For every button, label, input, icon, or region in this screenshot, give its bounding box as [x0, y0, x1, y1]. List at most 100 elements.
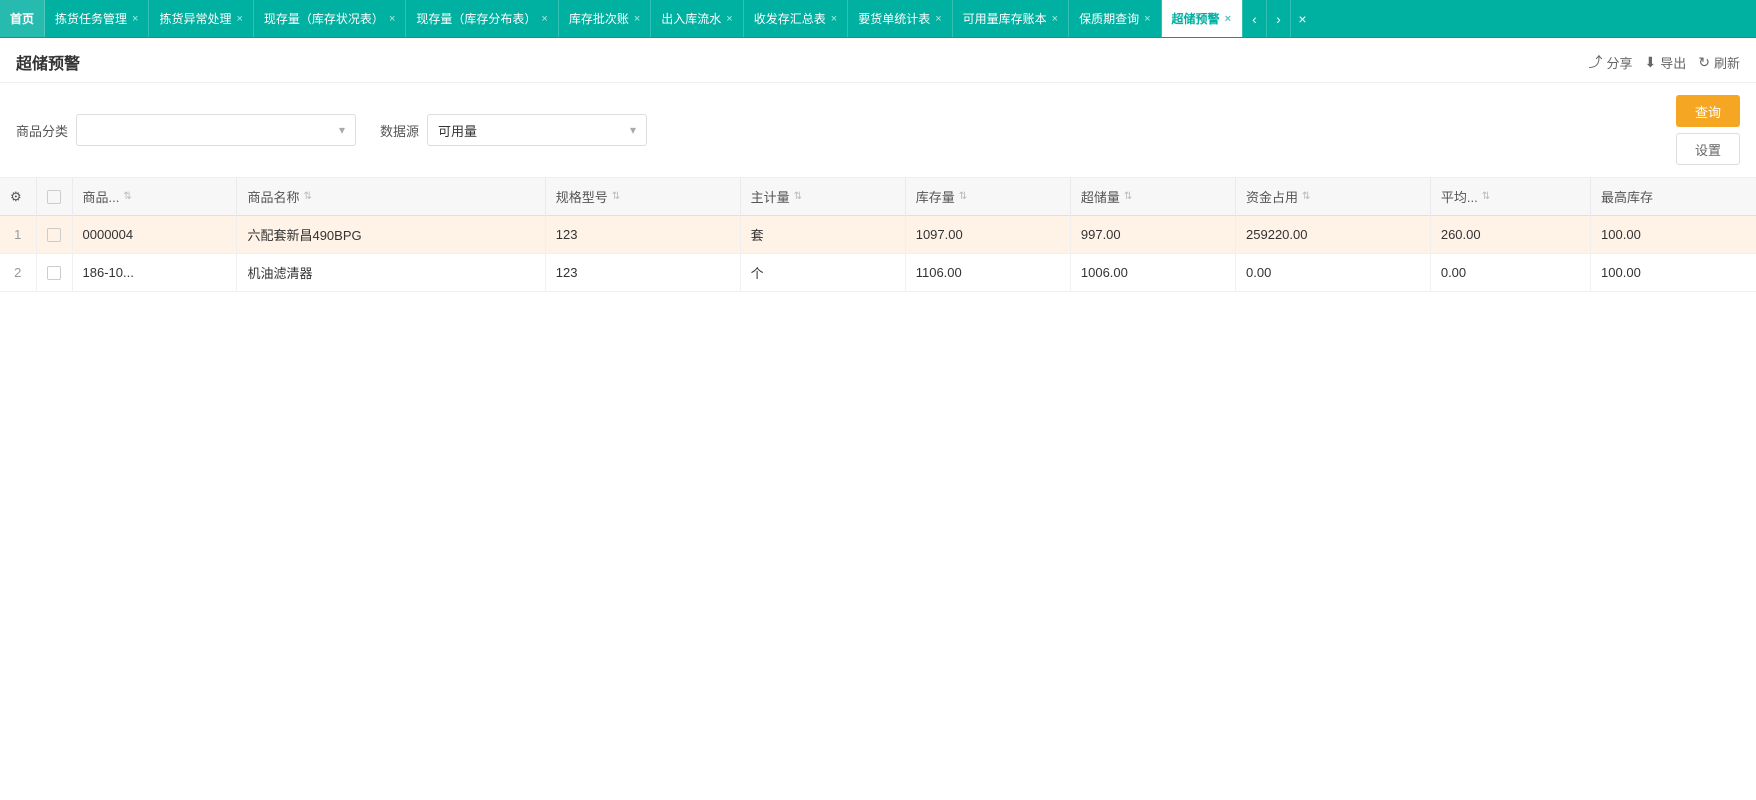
- row-overstock-1: 1006.00: [1070, 254, 1235, 292]
- table-row: 2 186-10... 机油滤清器 123 个 1106.00 1006.00 …: [0, 254, 1756, 292]
- th-stock: 库存量 ⇅: [905, 178, 1070, 216]
- nav-tab-inventory-dist-close[interactable]: ×: [541, 13, 547, 25]
- nav-tab-receive-summary-label: 收发存汇总表: [754, 10, 826, 27]
- nav-tab-inventory-status-close[interactable]: ×: [389, 13, 395, 25]
- row-select-checkbox-0[interactable]: [47, 228, 61, 242]
- sort-unit-icon[interactable]: ⇅: [794, 191, 802, 202]
- row-max-stock-0: 100.00: [1591, 216, 1756, 254]
- row-num-1: 2: [0, 254, 36, 292]
- nav-tab-picking-exception[interactable]: 拣货异常处理 ×: [149, 0, 253, 38]
- header-actions: ⤴ 分享 ⬇ 导出 ↻ 刷新: [1588, 52, 1740, 72]
- row-spec-1: 123: [545, 254, 740, 292]
- nav-tab-home-label: 首页: [10, 10, 34, 27]
- overstock-table: ⚙ 商品... ⇅ 商品名称 ⇅: [0, 178, 1756, 292]
- category-chevron-down-icon: ▾: [339, 123, 345, 137]
- nav-tab-receive-summary-close[interactable]: ×: [831, 13, 837, 25]
- sort-goods-name-icon[interactable]: ⇅: [303, 191, 311, 202]
- export-icon: ⬇: [1645, 54, 1657, 71]
- nav-tab-picking-exception-label: 拣货异常处理: [159, 10, 231, 27]
- nav-tab-batch-account-close[interactable]: ×: [634, 13, 640, 25]
- nav-tab-home[interactable]: 首页: [0, 0, 45, 38]
- nav-tab-inout-flow-close[interactable]: ×: [726, 13, 732, 25]
- nav-tab-quality-check-close[interactable]: ×: [1144, 13, 1150, 25]
- nav-tab-quality-check[interactable]: 保质期查询 ×: [1069, 0, 1161, 38]
- row-capital-1: 0.00: [1236, 254, 1431, 292]
- table-container: ⚙ 商品... ⇅ 商品名称 ⇅: [0, 178, 1756, 292]
- nav-tab-batch-account[interactable]: 库存批次账 ×: [559, 0, 651, 38]
- export-label: 导出: [1660, 53, 1686, 72]
- row-unit-0: 套: [740, 216, 905, 254]
- table-row: 1 0000004 六配套新昌490BPG 123 套 1097.00 997.…: [0, 216, 1756, 254]
- nav-tab-picking-task-close[interactable]: ×: [132, 13, 138, 25]
- nav-tab-order-stat-label: 要货单统计表: [858, 10, 930, 27]
- sort-overstock-icon[interactable]: ⇅: [1124, 191, 1132, 202]
- category-label: 商品分类: [16, 121, 68, 140]
- nav-tab-overstock-alert-close[interactable]: ×: [1225, 13, 1231, 25]
- th-capital: 资金占用 ⇅: [1236, 178, 1431, 216]
- nav-tab-overstock-alert-label: 超储预警: [1172, 10, 1220, 27]
- sort-stock-icon[interactable]: ⇅: [959, 191, 967, 202]
- nav-tab-avail-ledger[interactable]: 可用量库存账本 ×: [953, 0, 1069, 38]
- select-all-checkbox[interactable]: [47, 190, 61, 204]
- th-overstock: 超储量 ⇅: [1070, 178, 1235, 216]
- th-gear: ⚙: [0, 178, 36, 216]
- row-goods-name-1: 机油滤清器: [237, 254, 545, 292]
- row-num-0: 1: [0, 216, 36, 254]
- sort-capital-icon[interactable]: ⇅: [1302, 191, 1310, 202]
- nav-tab-order-stat-close[interactable]: ×: [935, 13, 941, 25]
- nav-tab-receive-summary[interactable]: 收发存汇总表 ×: [744, 0, 848, 38]
- sort-avg-icon[interactable]: ⇅: [1482, 191, 1490, 202]
- row-checkbox-1: [36, 254, 72, 292]
- nav-tab-inout-flow[interactable]: 出入库流水 ×: [651, 0, 743, 38]
- export-button[interactable]: ⬇ 导出: [1645, 53, 1687, 72]
- nav-tab-inventory-status-label: 现存量（库存状况表）: [264, 10, 384, 27]
- nav-tab-picking-task[interactable]: 拣货任务管理 ×: [45, 0, 149, 38]
- table-body: 1 0000004 六配套新昌490BPG 123 套 1097.00 997.…: [0, 216, 1756, 292]
- datasource-select-value: 可用量: [438, 121, 477, 140]
- row-unit-1: 个: [740, 254, 905, 292]
- page-header: 超储预警 ⤴ 分享 ⬇ 导出 ↻ 刷新: [0, 38, 1756, 83]
- nav-tab-picking-exception-close[interactable]: ×: [236, 13, 242, 25]
- nav-tab-inventory-status[interactable]: 现存量（库存状况表） ×: [254, 0, 406, 38]
- datasource-chevron-down-icon: ▾: [630, 123, 636, 137]
- refresh-icon: ↻: [1698, 54, 1710, 71]
- settings-button[interactable]: 设置: [1676, 133, 1740, 165]
- th-spec: 规格型号 ⇅: [545, 178, 740, 216]
- nav-tab-avail-ledger-close[interactable]: ×: [1052, 13, 1058, 25]
- top-navigation: 首页 拣货任务管理 × 拣货异常处理 × 现存量（库存状况表） × 现存量（库存…: [0, 0, 1756, 38]
- share-button[interactable]: ⤴ 分享: [1588, 52, 1632, 72]
- th-goods-name: 商品名称 ⇅: [237, 178, 545, 216]
- nav-tab-picking-task-label: 拣货任务管理: [55, 10, 127, 27]
- refresh-button[interactable]: ↻ 刷新: [1698, 53, 1740, 72]
- gear-icon[interactable]: ⚙: [10, 189, 22, 204]
- nav-prev-arrow[interactable]: ‹: [1242, 0, 1266, 38]
- refresh-label: 刷新: [1714, 53, 1740, 72]
- nav-tab-order-stat[interactable]: 要货单统计表 ×: [848, 0, 952, 38]
- nav-tab-quality-check-label: 保质期查询: [1079, 10, 1139, 27]
- share-icon: ⤴: [1588, 52, 1602, 72]
- nav-tab-inventory-dist[interactable]: 现存量（库存分布表） ×: [406, 0, 558, 38]
- page-wrapper: 超储预警 ⤴ 分享 ⬇ 导出 ↻ 刷新 商品分类 ▾ 数据源: [0, 38, 1756, 800]
- nav-tab-overstock-alert[interactable]: 超储预警 ×: [1162, 0, 1242, 38]
- page-title: 超储预警: [16, 50, 80, 74]
- datasource-select[interactable]: 可用量 ▾: [427, 114, 647, 146]
- query-button[interactable]: 查询: [1676, 95, 1740, 127]
- category-filter: 商品分类 ▾: [16, 114, 356, 146]
- category-select[interactable]: ▾: [76, 114, 356, 146]
- sort-spec-icon[interactable]: ⇅: [612, 191, 620, 202]
- nav-menu-arrow[interactable]: ×: [1290, 0, 1314, 38]
- th-checkbox: [36, 178, 72, 216]
- filter-bar: 商品分类 ▾ 数据源 可用量 ▾ 查询 设置: [0, 83, 1756, 178]
- nav-tab-batch-account-label: 库存批次账: [569, 10, 629, 27]
- row-select-checkbox-1[interactable]: [47, 266, 61, 280]
- nav-tab-inventory-dist-label: 现存量（库存分布表）: [416, 10, 536, 27]
- nav-next-arrow[interactable]: ›: [1266, 0, 1290, 38]
- th-avg: 平均... ⇅: [1430, 178, 1590, 216]
- share-label: 分享: [1606, 53, 1632, 72]
- sort-goods-code-icon[interactable]: ⇅: [123, 191, 131, 202]
- row-spec-0: 123: [545, 216, 740, 254]
- table-header: ⚙ 商品... ⇅ 商品名称 ⇅: [0, 178, 1756, 216]
- datasource-label: 数据源: [380, 121, 419, 140]
- row-goods-code-1: 186-10...: [72, 254, 237, 292]
- row-overstock-0: 997.00: [1070, 216, 1235, 254]
